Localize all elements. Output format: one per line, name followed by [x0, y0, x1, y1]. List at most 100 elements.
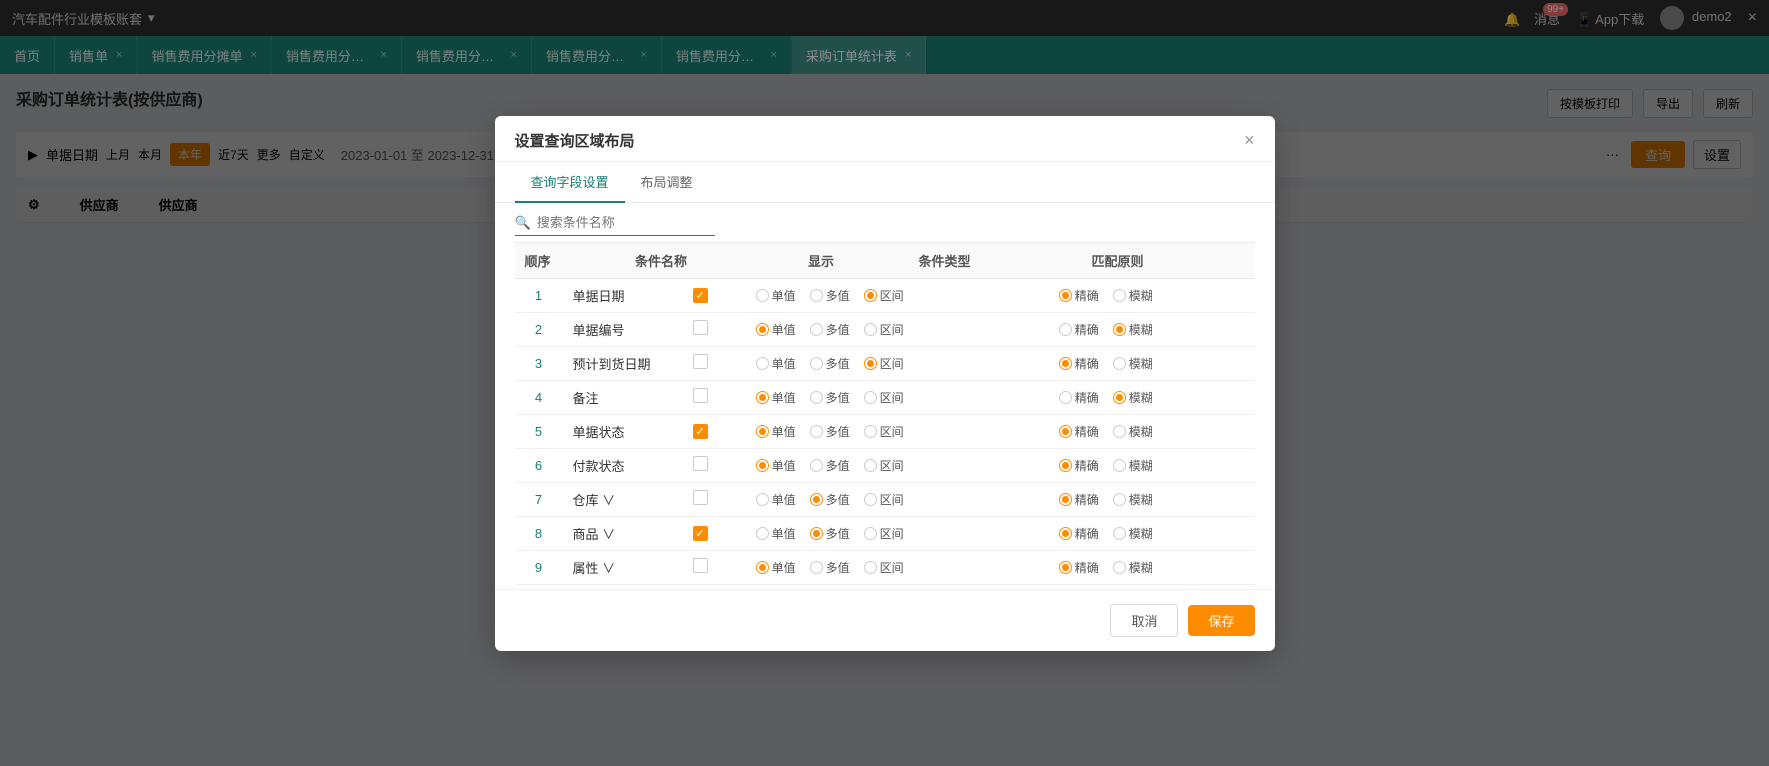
radio-multi[interactable]: 多值	[810, 321, 850, 338]
radio-single-dot[interactable]	[756, 391, 769, 404]
radio-multi-dot[interactable]	[810, 289, 823, 302]
radio-fuzzy-dot[interactable]	[1113, 561, 1126, 574]
cell-display[interactable]	[683, 380, 746, 414]
radio-range-dot[interactable]	[864, 561, 877, 574]
radio-range[interactable]: 区间	[864, 559, 904, 576]
radio-exact-dot[interactable]	[1059, 561, 1072, 574]
radio-exact-dot[interactable]	[1059, 527, 1072, 540]
cell-display[interactable]	[683, 550, 746, 584]
display-checkbox[interactable]: ✓	[693, 288, 708, 303]
radio-range[interactable]: 区间	[864, 423, 904, 440]
display-checkbox[interactable]	[693, 354, 708, 369]
radio-single-dot[interactable]	[756, 289, 769, 302]
tab-query-fields[interactable]: 查询字段设置	[515, 162, 625, 203]
radio-single[interactable]: 单值	[756, 491, 796, 508]
radio-fuzzy[interactable]: 模糊	[1113, 321, 1153, 338]
radio-fuzzy-dot[interactable]	[1113, 357, 1126, 370]
radio-exact[interactable]: 精确	[1059, 559, 1099, 576]
radio-multi-dot[interactable]	[810, 493, 823, 506]
radio-exact-dot[interactable]	[1059, 357, 1072, 370]
radio-single-dot[interactable]	[756, 425, 769, 438]
radio-single[interactable]: 单值	[756, 321, 796, 338]
radio-multi-dot[interactable]	[810, 527, 823, 540]
radio-multi[interactable]: 多值	[810, 389, 850, 406]
radio-fuzzy-dot[interactable]	[1113, 323, 1126, 336]
radio-range[interactable]: 区间	[864, 321, 904, 338]
display-checkbox[interactable]	[693, 456, 708, 471]
radio-fuzzy[interactable]: 模糊	[1113, 559, 1153, 576]
radio-multi[interactable]: 多值	[810, 355, 850, 372]
radio-exact-dot[interactable]	[1059, 493, 1072, 506]
radio-single[interactable]: 单值	[756, 457, 796, 474]
radio-multi-dot[interactable]	[810, 357, 823, 370]
radio-fuzzy[interactable]: 模糊	[1113, 287, 1153, 304]
cancel-btn[interactable]: 取消	[1110, 604, 1178, 637]
modal-close-btn[interactable]: ×	[1244, 131, 1255, 149]
radio-exact[interactable]: 精确	[1059, 389, 1099, 406]
radio-multi-dot[interactable]	[810, 391, 823, 404]
radio-fuzzy-dot[interactable]	[1113, 391, 1126, 404]
radio-range-dot[interactable]	[864, 425, 877, 438]
radio-multi-dot[interactable]	[810, 425, 823, 438]
radio-single-dot[interactable]	[756, 323, 769, 336]
radio-single[interactable]: 单值	[756, 423, 796, 440]
radio-range-dot[interactable]	[864, 527, 877, 540]
radio-fuzzy[interactable]: 模糊	[1113, 457, 1153, 474]
display-checkbox[interactable]: ✓	[693, 424, 708, 439]
radio-multi-dot[interactable]	[810, 459, 823, 472]
radio-fuzzy[interactable]: 模糊	[1113, 423, 1153, 440]
radio-multi[interactable]: 多值	[810, 491, 850, 508]
radio-fuzzy[interactable]: 模糊	[1113, 525, 1153, 542]
radio-exact[interactable]: 精确	[1059, 525, 1099, 542]
radio-exact[interactable]: 精确	[1059, 321, 1099, 338]
radio-fuzzy[interactable]: 模糊	[1113, 355, 1153, 372]
radio-multi[interactable]: 多值	[810, 457, 850, 474]
radio-single-dot[interactable]	[756, 459, 769, 472]
radio-multi[interactable]: 多值	[810, 525, 850, 542]
radio-single[interactable]: 单值	[756, 355, 796, 372]
cell-display[interactable]	[683, 346, 746, 380]
display-checkbox[interactable]	[693, 388, 708, 403]
radio-range-dot[interactable]	[864, 289, 877, 302]
radio-single-dot[interactable]	[756, 527, 769, 540]
radio-range[interactable]: 区间	[864, 389, 904, 406]
radio-fuzzy-dot[interactable]	[1113, 459, 1126, 472]
radio-single[interactable]: 单值	[756, 525, 796, 542]
radio-fuzzy-dot[interactable]	[1113, 493, 1126, 506]
radio-single-dot[interactable]	[756, 493, 769, 506]
radio-multi[interactable]: 多值	[810, 287, 850, 304]
radio-exact[interactable]: 精确	[1059, 355, 1099, 372]
radio-exact-dot[interactable]	[1059, 459, 1072, 472]
cell-display[interactable]: ✓	[683, 279, 746, 313]
display-checkbox[interactable]	[693, 490, 708, 505]
radio-single[interactable]: 单值	[756, 559, 796, 576]
cell-display[interactable]	[683, 584, 746, 589]
radio-range-dot[interactable]	[864, 459, 877, 472]
radio-fuzzy[interactable]: 模糊	[1113, 389, 1153, 406]
radio-single-dot[interactable]	[756, 561, 769, 574]
radio-exact-dot[interactable]	[1059, 425, 1072, 438]
radio-fuzzy-dot[interactable]	[1113, 289, 1126, 302]
radio-range[interactable]: 区间	[864, 525, 904, 542]
display-checkbox[interactable]: ✓	[693, 526, 708, 541]
display-checkbox[interactable]	[693, 558, 708, 573]
radio-exact-dot[interactable]	[1059, 289, 1072, 302]
radio-multi[interactable]: 多值	[810, 559, 850, 576]
radio-range[interactable]: 区间	[864, 491, 904, 508]
radio-exact[interactable]: 精确	[1059, 491, 1099, 508]
cell-display[interactable]	[683, 448, 746, 482]
cell-display[interactable]	[683, 312, 746, 346]
table-scroll-area[interactable]: 1单据日期✓ 单值 多值 区间 精确	[515, 279, 1255, 589]
radio-range[interactable]: 区间	[864, 355, 904, 372]
display-checkbox[interactable]	[693, 320, 708, 335]
radio-multi-dot[interactable]	[810, 323, 823, 336]
radio-single-dot[interactable]	[756, 357, 769, 370]
tab-layout-adjust[interactable]: 布局调整	[625, 162, 709, 203]
radio-exact-dot[interactable]	[1059, 391, 1072, 404]
radio-exact[interactable]: 精确	[1059, 423, 1099, 440]
radio-range-dot[interactable]	[864, 391, 877, 404]
radio-single[interactable]: 单值	[756, 389, 796, 406]
radio-exact[interactable]: 精确	[1059, 457, 1099, 474]
radio-range[interactable]: 区间	[864, 287, 904, 304]
cell-display[interactable]: ✓	[683, 414, 746, 448]
